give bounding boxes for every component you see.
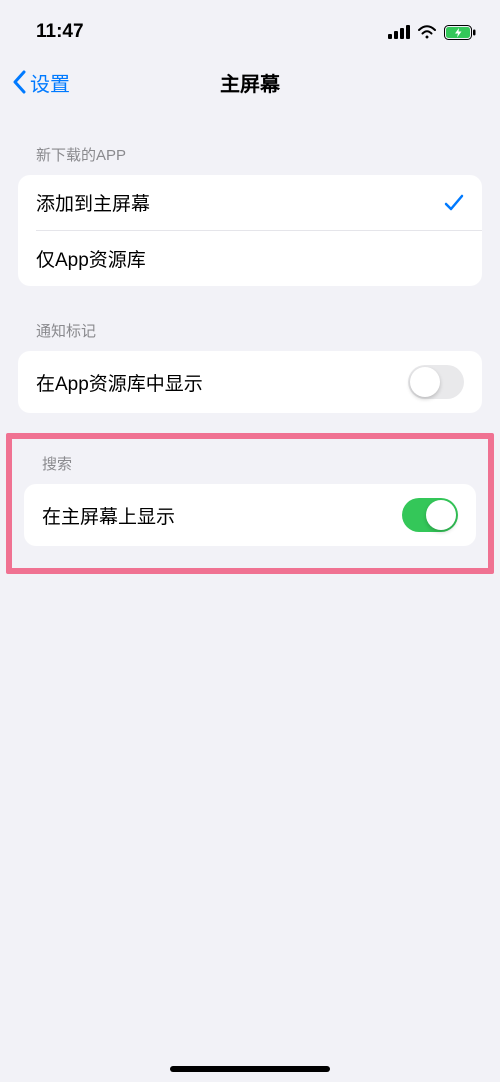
section-new-apps: 新下载的APP 添加到主屏幕 仅App资源库 [0, 144, 500, 286]
home-indicator[interactable] [170, 1066, 330, 1072]
section-body-search: 在主屏幕上显示 [24, 484, 476, 546]
section-body-new-apps: 添加到主屏幕 仅App资源库 [18, 175, 482, 286]
checkmark-icon [444, 193, 464, 213]
section-header-new-apps: 新下载的APP [0, 144, 500, 175]
battery-icon [444, 25, 476, 40]
row-app-library-only[interactable]: 仅App资源库 [18, 231, 482, 286]
row-label: 在App资源库中显示 [36, 369, 203, 396]
navigation-bar: 设置 主屏幕 [0, 54, 500, 110]
row-label: 在主屏幕上显示 [42, 502, 175, 529]
section-header-search: 搜索 [12, 453, 488, 484]
status-bar: 11:47 [0, 0, 500, 54]
row-label: 仅App资源库 [36, 245, 146, 272]
row-label: 添加到主屏幕 [36, 189, 150, 216]
chevron-left-icon [12, 70, 26, 94]
wifi-icon [417, 25, 437, 39]
status-icons [388, 25, 476, 40]
section-search: 搜索 在主屏幕上显示 [12, 453, 488, 546]
toggle-knob [410, 367, 440, 397]
section-body-badges: 在App资源库中显示 [18, 351, 482, 413]
page-title: 主屏幕 [220, 68, 280, 97]
row-show-in-library: 在App资源库中显示 [18, 351, 482, 413]
back-button[interactable]: 设置 [12, 68, 70, 97]
row-add-to-home[interactable]: 添加到主屏幕 [18, 175, 482, 230]
toggle-knob [426, 500, 456, 530]
cellular-icon [388, 25, 410, 39]
status-time: 11:47 [36, 21, 84, 43]
section-badges: 通知标记 在App资源库中显示 [0, 320, 500, 413]
highlight-box: 搜索 在主屏幕上显示 [6, 433, 494, 574]
toggle-show-in-library[interactable] [408, 365, 464, 399]
back-label: 设置 [30, 68, 70, 97]
row-show-on-home: 在主屏幕上显示 [24, 484, 476, 546]
section-header-badges: 通知标记 [0, 320, 500, 351]
toggle-show-on-home[interactable] [402, 498, 458, 532]
